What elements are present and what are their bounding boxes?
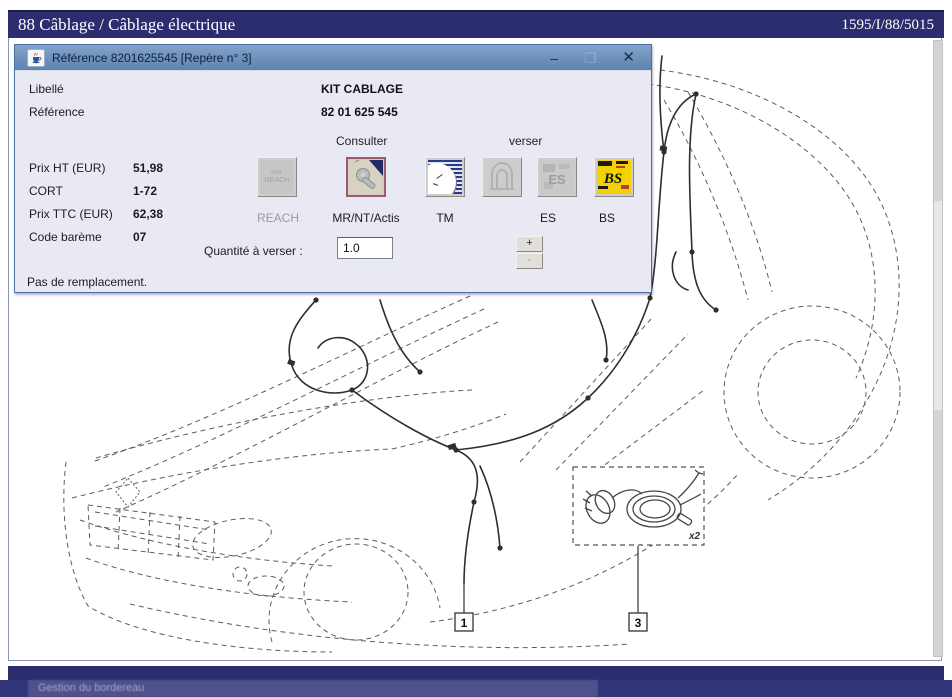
price-row-ttc: Prix TTC (EUR) 62,38 xyxy=(29,203,163,226)
quantity-plus-button[interactable]: + xyxy=(516,236,543,252)
prix-ht-label: Prix HT (EUR) xyxy=(29,161,106,175)
tm-button[interactable] xyxy=(425,157,465,197)
field-rows: Libellé KIT CABLAGE Référence 82 01 625 54… xyxy=(29,78,403,124)
cort-value: 1-72 xyxy=(133,184,158,198)
tm-caption: TM xyxy=(436,211,454,225)
page-title: 88 Câblage / Câblage électrique xyxy=(18,15,236,34)
bs-button[interactable]: BS xyxy=(594,157,634,197)
price-block: Prix HT (EUR) 51,98 CORT 1-72 Prix TTC (EU… xyxy=(29,157,163,249)
quantity-label: Quantité à verser : xyxy=(204,244,303,258)
quantity-input[interactable] xyxy=(337,237,393,259)
taskbar: Gestion du bordereau xyxy=(0,680,952,697)
code-bareme-label: Code barème xyxy=(29,230,102,244)
dialog-titlebar[interactable]: Référence 8201625545 [Repère n° 3] – ❒ ✕ xyxy=(15,45,651,71)
reach-caption: REACH xyxy=(256,211,300,225)
java-coffee-cup-icon xyxy=(27,48,45,67)
vertical-scrollbar[interactable] xyxy=(933,40,943,657)
consulter-section-label: Consulter xyxy=(336,134,388,148)
maximize-icon[interactable]: ❒ xyxy=(584,51,597,65)
bs-caption: BS xyxy=(598,211,616,225)
reach-document-icon: Info. REACH xyxy=(260,160,294,194)
dialog-title: Référence 8201625545 [Repère n° 3] xyxy=(52,50,252,65)
es-button[interactable]: ES xyxy=(537,157,577,197)
parts-catalog-window: x2 1 3 88 Câblage / Câblage électrique 1… xyxy=(0,0,952,697)
field-libelle: Libellé KIT CABLAGE xyxy=(29,78,403,101)
cort-label: CORT xyxy=(29,184,63,198)
svg-text:BS: BS xyxy=(603,171,622,187)
wrench-manual-icon xyxy=(349,160,383,194)
verser-section-label: verser xyxy=(509,134,543,148)
svg-text:ES: ES xyxy=(548,172,566,187)
dialog-body: Libellé KIT CABLAGE Référence 82 01 625 54… xyxy=(15,71,651,292)
es-caption: ES xyxy=(539,211,557,225)
close-icon[interactable]: ✕ xyxy=(622,50,635,65)
price-row-cort: CORT 1-72 xyxy=(29,180,163,203)
prix-ht-value: 51,98 xyxy=(133,161,164,175)
reference-value: 82 01 625 545 xyxy=(321,105,398,119)
libelle-value: KIT CABLAGE xyxy=(321,82,403,96)
bottom-divider-bar xyxy=(8,666,944,680)
prix-ttc-label: Prix TTC (EUR) xyxy=(29,207,113,221)
verser-disabled-button xyxy=(482,157,522,197)
prix-ttc-value: 62,38 xyxy=(133,207,164,221)
mr-nt-actis-caption: MR/NT/Actis xyxy=(332,211,400,225)
code-bareme-value: 07 xyxy=(133,230,147,244)
minimize-icon[interactable]: – xyxy=(550,51,558,65)
replacement-note: Pas de remplacement. xyxy=(27,275,148,289)
scrollbar-thumb[interactable] xyxy=(934,200,942,410)
price-row-bareme: Code barème 07 xyxy=(29,226,163,249)
window-controls: – ❒ ✕ xyxy=(550,50,639,65)
taskbar-item[interactable]: Gestion du bordereau xyxy=(28,680,598,697)
reference-label: Référence xyxy=(29,105,85,119)
time-chart-icon xyxy=(428,160,462,194)
reach-icon-line1: Info. xyxy=(271,170,283,176)
archive-columns-icon xyxy=(485,160,519,194)
document-code: 1595/I/88/5015 xyxy=(841,16,935,33)
quantity-minus-button: - xyxy=(516,253,543,269)
libelle-label: Libellé xyxy=(29,82,64,96)
price-row-ht: Prix HT (EUR) 51,98 xyxy=(29,157,163,180)
bs-slip-icon: BS xyxy=(597,160,631,194)
reach-icon-line2: REACH xyxy=(264,177,290,184)
reach-button: Info. REACH xyxy=(257,157,297,197)
reference-dialog: Référence 8201625545 [Repère n° 3] – ❒ ✕… xyxy=(14,44,652,293)
section-header-bar: 88 Câblage / Câblage électrique 1595/I/8… xyxy=(8,10,944,38)
mr-nt-actis-button[interactable] xyxy=(346,157,386,197)
field-reference: Référence 82 01 625 545 xyxy=(29,101,403,124)
es-estimate-icon: ES xyxy=(540,160,574,194)
